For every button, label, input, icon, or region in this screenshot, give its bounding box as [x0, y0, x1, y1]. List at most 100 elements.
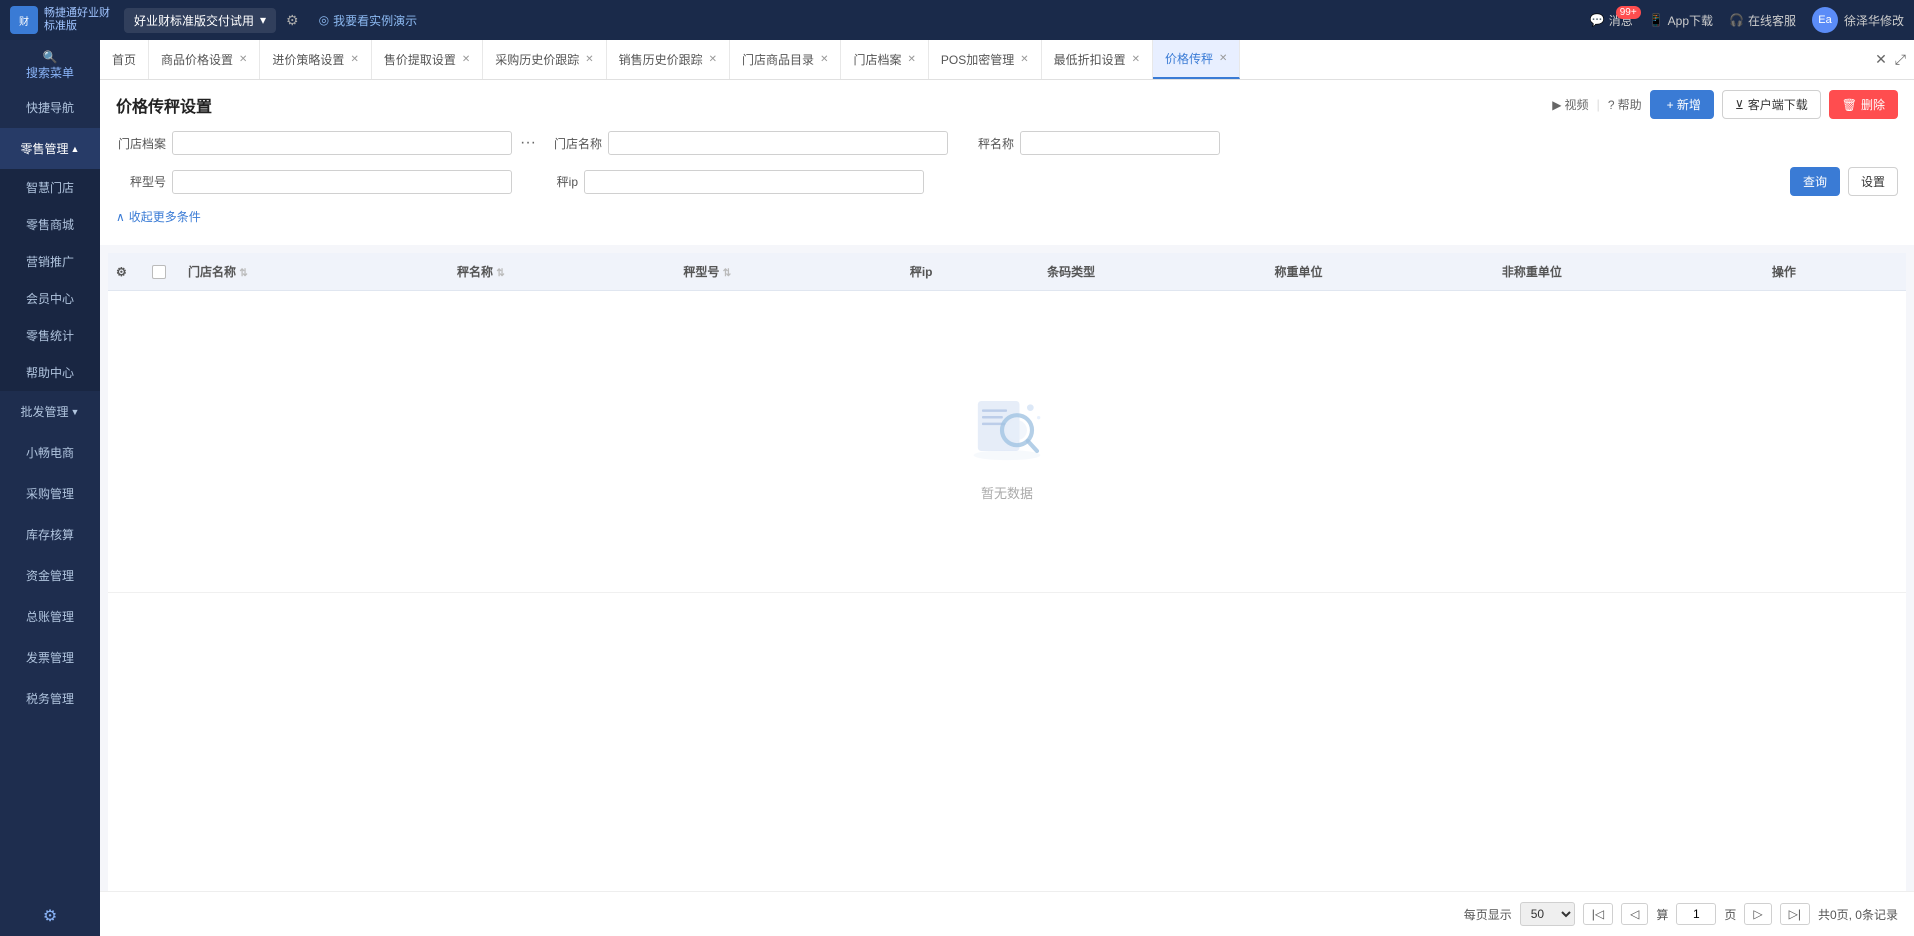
- empty-state-row: 暂无数据: [108, 291, 1906, 593]
- help-link[interactable]: ? 帮助: [1608, 96, 1642, 113]
- collapse-button[interactable]: ∧ 收起更多条件: [116, 208, 1898, 225]
- logo-icon: 财: [10, 6, 38, 34]
- sidebar-item-purchase[interactable]: 采购管理: [0, 473, 100, 514]
- last-page-button[interactable]: ▷|: [1780, 903, 1810, 925]
- page-header: 价格传秤设置 ▶ 视频 | ? 帮助 + 新增: [100, 80, 1914, 119]
- tab-store-catalog[interactable]: 门店商品目录 ✕: [730, 40, 841, 79]
- tab-close-icon[interactable]: ✕: [1219, 53, 1227, 64]
- gear-icon[interactable]: ⚙: [116, 265, 127, 279]
- settings-icon: ⚙: [43, 908, 57, 925]
- sidebar-item-inventory[interactable]: 库存核算: [0, 514, 100, 555]
- sidebar: 🔍 搜索菜单 快捷导航 零售管理 ▲ 智慧门店 零售商城 营销推广: [0, 40, 100, 936]
- empty-illustration: [957, 381, 1057, 471]
- logo-text: 畅捷通好业财 标准版: [44, 7, 110, 33]
- next-page-button[interactable]: ▷: [1744, 903, 1771, 925]
- sidebar-item-smart-store[interactable]: 智慧门店: [0, 169, 100, 206]
- tab-sale-price[interactable]: 售价提取设置 ✕: [372, 40, 483, 79]
- sidebar-item-retail-management[interactable]: 零售管理 ▲: [0, 128, 100, 169]
- store-file-label: 门店档案: [116, 135, 166, 152]
- maximize-tab-button[interactable]: ⤢: [1895, 51, 1906, 68]
- scale-name-field: 秤名称: [964, 131, 1220, 155]
- tab-min-discount[interactable]: 最低折扣设置 ✕: [1042, 40, 1153, 79]
- sidebar-item-retail-stats[interactable]: 零售统计: [0, 317, 100, 354]
- tab-purchase-history[interactable]: 采购历史价跟踪 ✕: [483, 40, 606, 79]
- sidebar-item-help-center[interactable]: 帮助中心: [0, 354, 100, 391]
- avatar: Ea: [1812, 7, 1838, 33]
- user-menu[interactable]: Ea 徐泽华修改: [1812, 7, 1904, 33]
- sidebar-item-invoice[interactable]: 发票管理: [0, 637, 100, 678]
- scale-ip-field: 秤ip: [528, 170, 924, 194]
- store-file-input[interactable]: [172, 131, 512, 155]
- demo-link[interactable]: ◎ 我要看实例演示: [319, 12, 418, 29]
- empty-state: 暂无数据: [116, 301, 1898, 582]
- tab-purchase-strategy[interactable]: 进价策略设置 ✕: [260, 40, 371, 79]
- tab-price-settings[interactable]: 商品价格设置 ✕: [149, 40, 260, 79]
- gear-icon[interactable]: ⚙: [286, 12, 299, 29]
- delete-button[interactable]: 🗑 删除: [1829, 90, 1898, 119]
- sidebar-settings-button[interactable]: ⚙: [43, 896, 57, 936]
- tab-close-icon[interactable]: ✕: [585, 54, 593, 65]
- tab-close-icon[interactable]: ✕: [820, 54, 828, 65]
- tab-sale-history[interactable]: 销售历史价跟踪 ✕: [607, 40, 730, 79]
- filter-area: 门店档案 ··· 门店名称 秤名称: [100, 119, 1914, 245]
- more-options-icon[interactable]: ···: [520, 134, 536, 152]
- chevron-down-icon: ▾: [260, 13, 266, 27]
- close-tab-button[interactable]: ✕: [1875, 51, 1887, 68]
- tab-close-icon[interactable]: ✕: [1020, 54, 1028, 65]
- messages-button[interactable]: 💬 消息 99+: [1590, 12, 1633, 29]
- page-header-actions: ▶ 视频 | ? 帮助 + 新增 ⊻: [1552, 90, 1898, 119]
- filter-row-1: 门店档案 ··· 门店名称 秤名称: [116, 131, 1898, 155]
- scale-name-input[interactable]: [1020, 131, 1220, 155]
- sidebar-item-ecommerce[interactable]: 小畅电商: [0, 432, 100, 473]
- video-link[interactable]: ▶ 视频: [1552, 96, 1588, 113]
- per-page-select[interactable]: 102050100: [1520, 902, 1575, 926]
- data-table: ⚙ 门店名称 ⇅ 秤名称: [108, 253, 1906, 593]
- store-file-field: 门店档案 ···: [116, 131, 536, 155]
- settings-button[interactable]: 设置: [1848, 167, 1898, 196]
- tab-close-icon[interactable]: ✕: [1132, 54, 1140, 65]
- select-all-checkbox[interactable]: [152, 265, 166, 279]
- app-download-button[interactable]: 📱 App下载: [1649, 12, 1713, 29]
- prev-page-button[interactable]: ◁: [1621, 903, 1648, 925]
- tab-store-file[interactable]: 门店档案 ✕: [841, 40, 928, 79]
- sidebar-item-wholesale[interactable]: 批发管理 ▼: [0, 391, 100, 432]
- top-bar: 财 畅捷通好业财 标准版 好业财标准版交付试用 ▾ ⚙ ◎ 我要看实例演示 💬 …: [0, 0, 1914, 40]
- sidebar-item-retail-mall[interactable]: 零售商城: [0, 206, 100, 243]
- sidebar-item-membership[interactable]: 会员中心: [0, 280, 100, 317]
- sidebar-quick-nav[interactable]: 快捷导航: [0, 87, 100, 128]
- tab-pos-encrypt[interactable]: POS加密管理 ✕: [929, 40, 1042, 79]
- store-name-input[interactable]: [608, 131, 948, 155]
- th-scale-model[interactable]: 秤型号 ⇅: [675, 253, 901, 291]
- help-icon: ?: [1608, 98, 1615, 112]
- sort-icon: ⇅: [723, 268, 731, 279]
- scale-model-label: 秤型号: [116, 173, 166, 190]
- query-button[interactable]: 查询: [1790, 167, 1840, 196]
- tab-close-icon[interactable]: ✕: [239, 54, 247, 65]
- sidebar-search[interactable]: 🔍 搜索菜单: [26, 40, 74, 87]
- scale-ip-input[interactable]: [584, 170, 924, 194]
- version-selector[interactable]: 好业财标准版交付试用 ▾: [124, 8, 276, 33]
- top-bar-right: 💬 消息 99+ 📱 App下载 🎧 在线客服 Ea 徐泽华修改: [1590, 7, 1904, 33]
- first-page-button[interactable]: |◁: [1583, 903, 1613, 925]
- sidebar-item-finance[interactable]: 资金管理: [0, 555, 100, 596]
- sidebar-item-marketing[interactable]: 营销推广: [0, 243, 100, 280]
- play-circle-icon: ▶: [1552, 98, 1561, 112]
- tab-close-icon[interactable]: ✕: [709, 54, 717, 65]
- tab-close-icon[interactable]: ✕: [350, 54, 358, 65]
- tab-home[interactable]: 首页: [100, 40, 149, 79]
- download-button[interactable]: ⊻ 客户端下载: [1722, 90, 1821, 119]
- online-service-button[interactable]: 🎧 在线客服: [1729, 12, 1796, 29]
- th-check: [144, 253, 180, 291]
- page-number-input[interactable]: 1: [1676, 903, 1716, 925]
- tab-close-icon[interactable]: ✕: [462, 54, 470, 65]
- sidebar-item-general-ledger[interactable]: 总账管理: [0, 596, 100, 637]
- sidebar-item-tax[interactable]: 税务管理: [0, 678, 100, 719]
- page-title: 价格传秤设置: [116, 93, 212, 117]
- scale-model-input[interactable]: [172, 170, 512, 194]
- filter-row-2: 秤型号 秤ip 查询 设置: [116, 167, 1898, 196]
- th-scale-name[interactable]: 秤名称 ⇅: [449, 253, 675, 291]
- tab-close-icon[interactable]: ✕: [907, 54, 915, 65]
- add-button[interactable]: + 新增: [1650, 90, 1714, 119]
- tab-price-scale[interactable]: 价格传秤 ✕: [1153, 40, 1240, 79]
- th-store-name[interactable]: 门店名称 ⇅: [180, 253, 449, 291]
